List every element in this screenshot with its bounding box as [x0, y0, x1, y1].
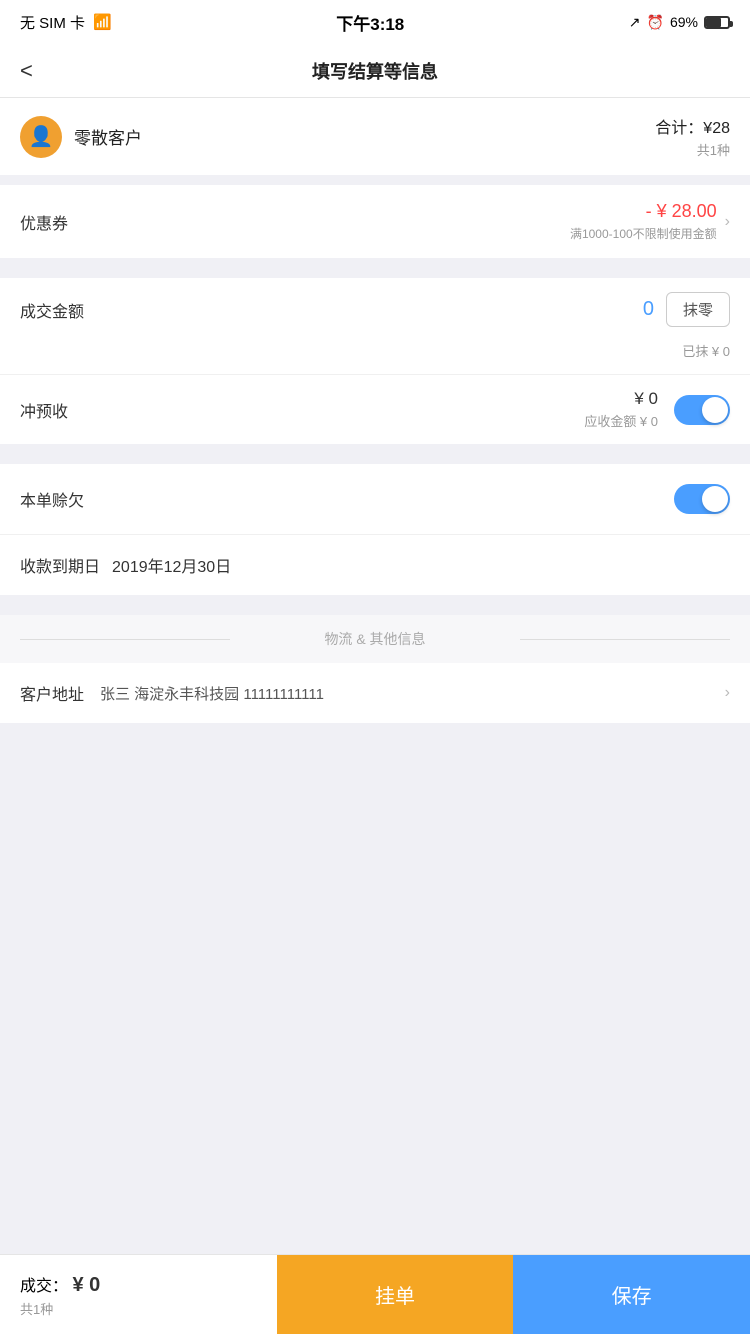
pre-collect-toggle[interactable] [674, 395, 730, 425]
address-row[interactable]: 客户地址 张三 海淀永丰科技园 11111111111 › [0, 663, 750, 723]
address-section: 客户地址 张三 海淀永丰科技园 11111111111 › [0, 663, 750, 723]
customer-row: 👤 零散客户 合计：¥28 共1种 [0, 98, 750, 175]
toggle-knob [702, 397, 728, 423]
coupon-section: 优惠券 - ¥ 28.00 满1000-100不限制使用金额 › [0, 185, 750, 258]
due-date-value: 2019年12月30日 [112, 553, 231, 577]
transaction-sub: 已抹 ¥ 0 [0, 341, 750, 374]
transaction-amount[interactable]: 0 [643, 298, 654, 321]
customer-avatar: 👤 [20, 116, 62, 158]
due-date-row: 收款到期日 2019年12月30日 [0, 534, 750, 595]
due-date-label: 收款到期日 [20, 553, 100, 577]
pending-button[interactable]: 挂单 [277, 1255, 514, 1334]
deal-amount: ¥ 0 [72, 1274, 100, 1296]
save-button[interactable]: 保存 [513, 1255, 750, 1334]
battery-icon [704, 16, 730, 29]
logistics-separator: 物流 & 其他信息 [0, 615, 750, 663]
chevron-right-icon: › [725, 213, 730, 231]
pre-main-amount: ¥ 0 [584, 389, 658, 409]
debit-label: 本单赊欠 [20, 487, 84, 511]
page-title: 填写结算等信息 [312, 58, 438, 84]
status-bar: 无 SIM 卡 📶 下午3:18 ↗ ⏰ 69% [0, 0, 750, 44]
status-left: 无 SIM 卡 📶 [20, 12, 112, 33]
logistics-text: 物流 & 其他信息 [324, 631, 425, 647]
customer-left: 👤 零散客户 [20, 116, 142, 158]
coupon-amount: - ¥ 28.00 [570, 201, 717, 222]
coupon-row[interactable]: 优惠券 - ¥ 28.00 满1000-100不限制使用金额 › [0, 185, 750, 258]
pre-amounts: ¥ 0 应收金额 ¥ 0 [584, 389, 658, 430]
time-display: 下午3:18 [336, 10, 404, 35]
round-zero-button[interactable]: 抹零 [666, 292, 730, 327]
debit-section: 本单赊欠 收款到期日 2019年12月30日 [0, 464, 750, 595]
debit-toggle[interactable] [674, 484, 730, 514]
deal-line: 成交： ¥ 0 [20, 1272, 257, 1297]
pre-sub-amount: 应收金额 ¥ 0 [584, 411, 658, 430]
alarm-icon: ⏰ [647, 14, 664, 31]
bottom-bar: 成交： ¥ 0 共1种 挂单 保存 [0, 1254, 750, 1334]
transaction-row: 成交金额 0 抹零 [0, 278, 750, 341]
status-right: ↗ ⏰ 69% [629, 14, 730, 31]
bottom-summary: 成交： ¥ 0 共1种 [0, 1272, 277, 1318]
battery-percent: 69% [670, 14, 698, 30]
debit-toggle-knob [702, 486, 728, 512]
customer-total: 合计：¥28 共1种 [655, 114, 730, 159]
customer-section: 👤 零散客户 合计：¥28 共1种 [0, 98, 750, 175]
divider-3 [0, 605, 750, 615]
location-icon: ↗ [629, 14, 641, 31]
pre-collect-row: 冲预收 ¥ 0 应收金额 ¥ 0 [0, 374, 750, 444]
content: 👤 零散客户 合计：¥28 共1种 优惠券 - ¥ 28.00 满1000-10… [0, 98, 750, 823]
total-count: 共1种 [655, 140, 730, 159]
carrier-text: 无 SIM 卡 [20, 12, 85, 33]
deal-label: 成交： [20, 1278, 68, 1295]
debit-row: 本单赊欠 [0, 464, 750, 534]
deal-count: 共1种 [20, 1299, 257, 1318]
transaction-section: 成交金额 0 抹零 已抹 ¥ 0 冲预收 ¥ 0 应收金额 ¥ 0 [0, 278, 750, 444]
avatar-icon: 👤 [29, 124, 54, 149]
transaction-label: 成交金额 [20, 298, 84, 322]
back-button[interactable]: < [20, 58, 33, 84]
nav-bar: < 填写结算等信息 [0, 44, 750, 98]
coupon-right: - ¥ 28.00 满1000-100不限制使用金额 › [570, 201, 730, 242]
coupon-desc: 满1000-100不限制使用金额 [570, 225, 717, 242]
coupon-info: - ¥ 28.00 满1000-100不限制使用金额 [570, 201, 717, 242]
transaction-right: 0 抹零 [643, 292, 730, 327]
wifi-icon: 📶 [93, 13, 112, 31]
pre-collect-label: 冲预收 [20, 398, 68, 422]
divider-2 [0, 454, 750, 464]
coupon-label: 优惠券 [20, 210, 68, 234]
address-chevron-icon: › [725, 684, 730, 702]
address-label: 客户地址 [20, 681, 84, 705]
divider-1 [0, 268, 750, 278]
customer-name: 零散客户 [74, 124, 142, 149]
pre-collect-right: ¥ 0 应收金额 ¥ 0 [584, 389, 730, 430]
address-value: 张三 海淀永丰科技园 11111111111 [100, 683, 725, 704]
total-amount: 合计：¥28 [655, 114, 730, 138]
